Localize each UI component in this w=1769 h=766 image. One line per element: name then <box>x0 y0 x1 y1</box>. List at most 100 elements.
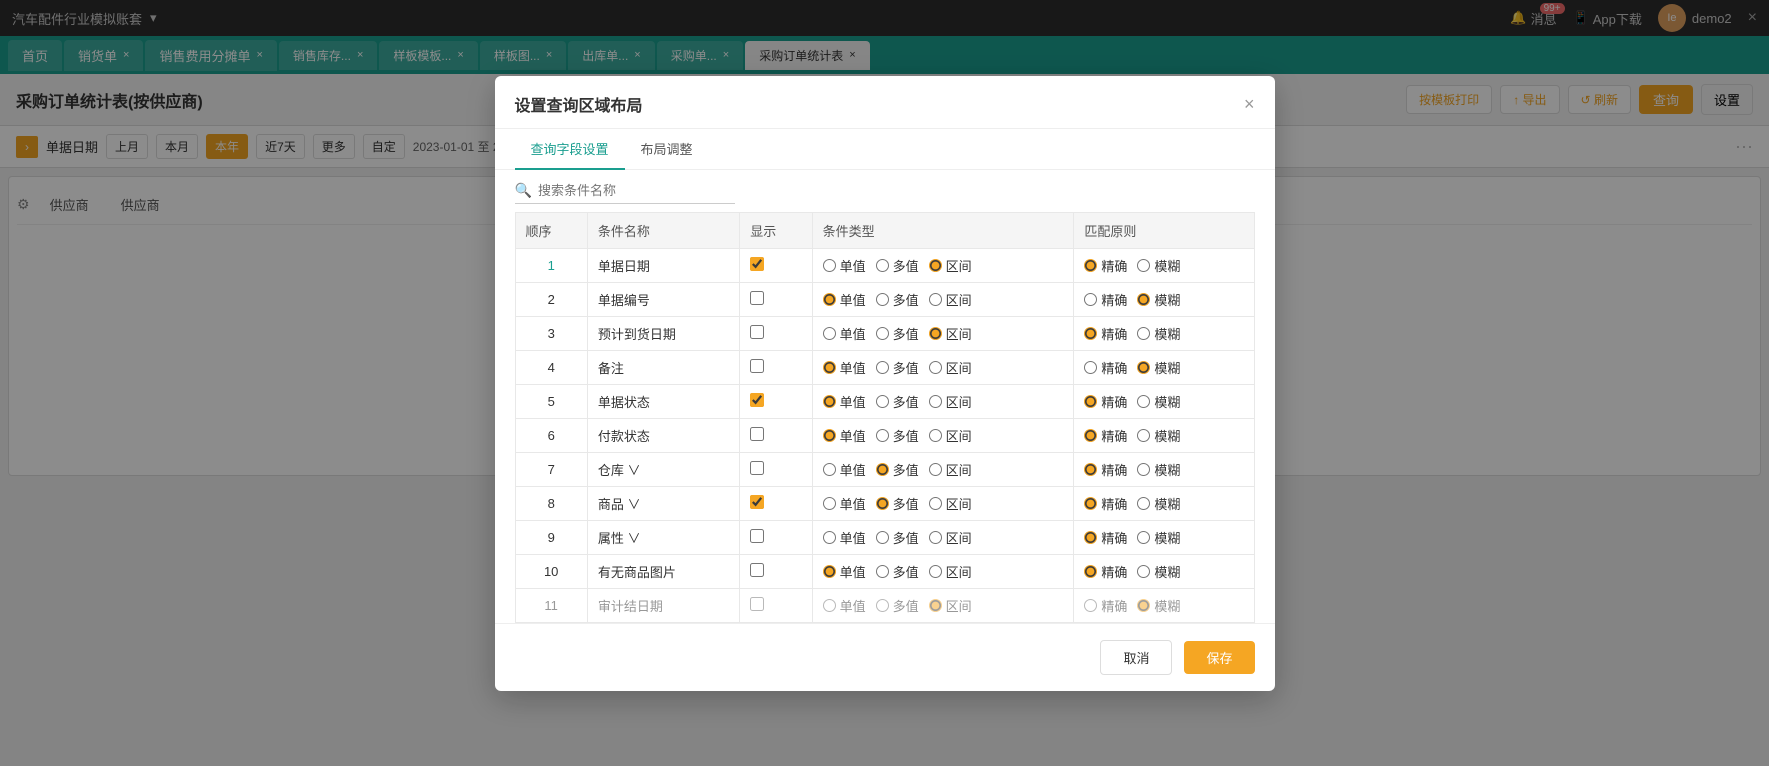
type-range-radio[interactable] <box>929 599 942 612</box>
type-single-radio[interactable] <box>823 599 836 612</box>
type-multi-radio[interactable] <box>876 497 889 510</box>
save-button[interactable]: 保存 <box>1184 641 1254 674</box>
type-multi-radio[interactable] <box>876 361 889 374</box>
type-multi-label[interactable]: 多值 <box>876 392 919 411</box>
type-range-label[interactable]: 区间 <box>929 392 972 411</box>
match-exact-label[interactable]: 精确 <box>1084 358 1127 377</box>
match-fuzzy-radio[interactable] <box>1137 497 1150 510</box>
type-single-label[interactable]: 单值 <box>823 596 866 615</box>
row-display[interactable] <box>740 350 812 384</box>
match-fuzzy-label[interactable]: 模糊 <box>1137 460 1180 479</box>
match-exact-radio[interactable] <box>1084 463 1097 476</box>
match-fuzzy-label[interactable]: 模糊 <box>1137 324 1180 343</box>
match-fuzzy-label[interactable]: 模糊 <box>1137 392 1180 411</box>
type-range-label[interactable]: 区间 <box>929 324 972 343</box>
match-exact-label[interactable]: 精确 <box>1084 460 1127 479</box>
match-fuzzy-label[interactable]: 模糊 <box>1137 596 1180 615</box>
type-multi-label[interactable]: 多值 <box>876 596 919 615</box>
type-single-radio[interactable] <box>823 497 836 510</box>
type-single-radio[interactable] <box>823 327 836 340</box>
match-fuzzy-radio[interactable] <box>1137 565 1150 578</box>
type-single-radio[interactable] <box>823 429 836 442</box>
row-display[interactable] <box>740 452 812 486</box>
type-multi-label[interactable]: 多值 <box>876 426 919 445</box>
type-single-label[interactable]: 单值 <box>823 256 866 275</box>
row-display[interactable] <box>740 282 812 316</box>
type-range-label[interactable]: 区间 <box>929 426 972 445</box>
match-fuzzy-label[interactable]: 模糊 <box>1137 562 1180 581</box>
match-fuzzy-label[interactable]: 模糊 <box>1137 256 1180 275</box>
type-single-label[interactable]: 单值 <box>823 426 866 445</box>
match-exact-radio[interactable] <box>1084 599 1097 612</box>
type-multi-radio[interactable] <box>876 259 889 272</box>
match-fuzzy-radio[interactable] <box>1137 463 1150 476</box>
match-fuzzy-radio[interactable] <box>1137 361 1150 374</box>
type-multi-radio[interactable] <box>876 395 889 408</box>
match-exact-label[interactable]: 精确 <box>1084 562 1127 581</box>
type-single-label[interactable]: 单值 <box>823 324 866 343</box>
type-range-radio[interactable] <box>929 531 942 544</box>
match-exact-label[interactable]: 精确 <box>1084 392 1127 411</box>
cancel-button[interactable]: 取消 <box>1100 640 1172 675</box>
type-range-radio[interactable] <box>929 395 942 408</box>
type-range-radio[interactable] <box>929 259 942 272</box>
row-display[interactable] <box>740 248 812 282</box>
type-multi-radio[interactable] <box>876 463 889 476</box>
row-display[interactable] <box>740 316 812 350</box>
type-range-label[interactable]: 区间 <box>929 460 972 479</box>
match-fuzzy-radio[interactable] <box>1137 327 1150 340</box>
match-exact-label[interactable]: 精确 <box>1084 324 1127 343</box>
type-single-radio[interactable] <box>823 463 836 476</box>
display-checkbox[interactable] <box>750 427 764 441</box>
display-checkbox[interactable] <box>750 291 764 305</box>
type-range-label[interactable]: 区间 <box>929 528 972 547</box>
type-range-radio[interactable] <box>929 429 942 442</box>
type-range-radio[interactable] <box>929 327 942 340</box>
row-display[interactable] <box>740 554 812 588</box>
match-fuzzy-label[interactable]: 模糊 <box>1137 494 1180 513</box>
type-single-label[interactable]: 单值 <box>823 358 866 377</box>
type-single-label[interactable]: 单值 <box>823 494 866 513</box>
type-single-radio[interactable] <box>823 361 836 374</box>
type-multi-label[interactable]: 多值 <box>876 562 919 581</box>
row-display[interactable] <box>740 384 812 418</box>
type-range-label[interactable]: 区间 <box>929 256 972 275</box>
match-fuzzy-radio[interactable] <box>1137 599 1150 612</box>
display-checkbox[interactable] <box>750 563 764 577</box>
type-range-radio[interactable] <box>929 361 942 374</box>
match-exact-label[interactable]: 精确 <box>1084 256 1127 275</box>
match-exact-label[interactable]: 精确 <box>1084 494 1127 513</box>
display-checkbox[interactable] <box>750 393 764 407</box>
type-range-radio[interactable] <box>929 565 942 578</box>
dialog-close-btn[interactable]: × <box>1244 95 1255 113</box>
type-range-label[interactable]: 区间 <box>929 290 972 309</box>
type-multi-label[interactable]: 多值 <box>876 494 919 513</box>
match-exact-radio[interactable] <box>1084 327 1097 340</box>
match-exact-radio[interactable] <box>1084 497 1097 510</box>
type-single-radio[interactable] <box>823 531 836 544</box>
match-exact-radio[interactable] <box>1084 259 1097 272</box>
type-single-radio[interactable] <box>823 259 836 272</box>
type-range-label[interactable]: 区间 <box>929 596 972 615</box>
type-multi-radio[interactable] <box>876 565 889 578</box>
type-multi-label[interactable]: 多值 <box>876 290 919 309</box>
type-multi-label[interactable]: 多值 <box>876 324 919 343</box>
match-exact-radio[interactable] <box>1084 531 1097 544</box>
match-exact-radio[interactable] <box>1084 565 1097 578</box>
search-input[interactable] <box>538 183 718 198</box>
type-single-label[interactable]: 单值 <box>823 290 866 309</box>
type-range-radio[interactable] <box>929 497 942 510</box>
type-multi-label[interactable]: 多值 <box>876 528 919 547</box>
type-multi-radio[interactable] <box>876 327 889 340</box>
type-single-label[interactable]: 单值 <box>823 460 866 479</box>
type-multi-label[interactable]: 多值 <box>876 358 919 377</box>
type-multi-label[interactable]: 多值 <box>876 256 919 275</box>
match-exact-radio[interactable] <box>1084 361 1097 374</box>
match-fuzzy-label[interactable]: 模糊 <box>1137 358 1180 377</box>
match-fuzzy-radio[interactable] <box>1137 259 1150 272</box>
match-exact-radio[interactable] <box>1084 429 1097 442</box>
display-checkbox[interactable] <box>750 325 764 339</box>
match-fuzzy-label[interactable]: 模糊 <box>1137 290 1180 309</box>
type-range-label[interactable]: 区间 <box>929 494 972 513</box>
match-fuzzy-radio[interactable] <box>1137 429 1150 442</box>
